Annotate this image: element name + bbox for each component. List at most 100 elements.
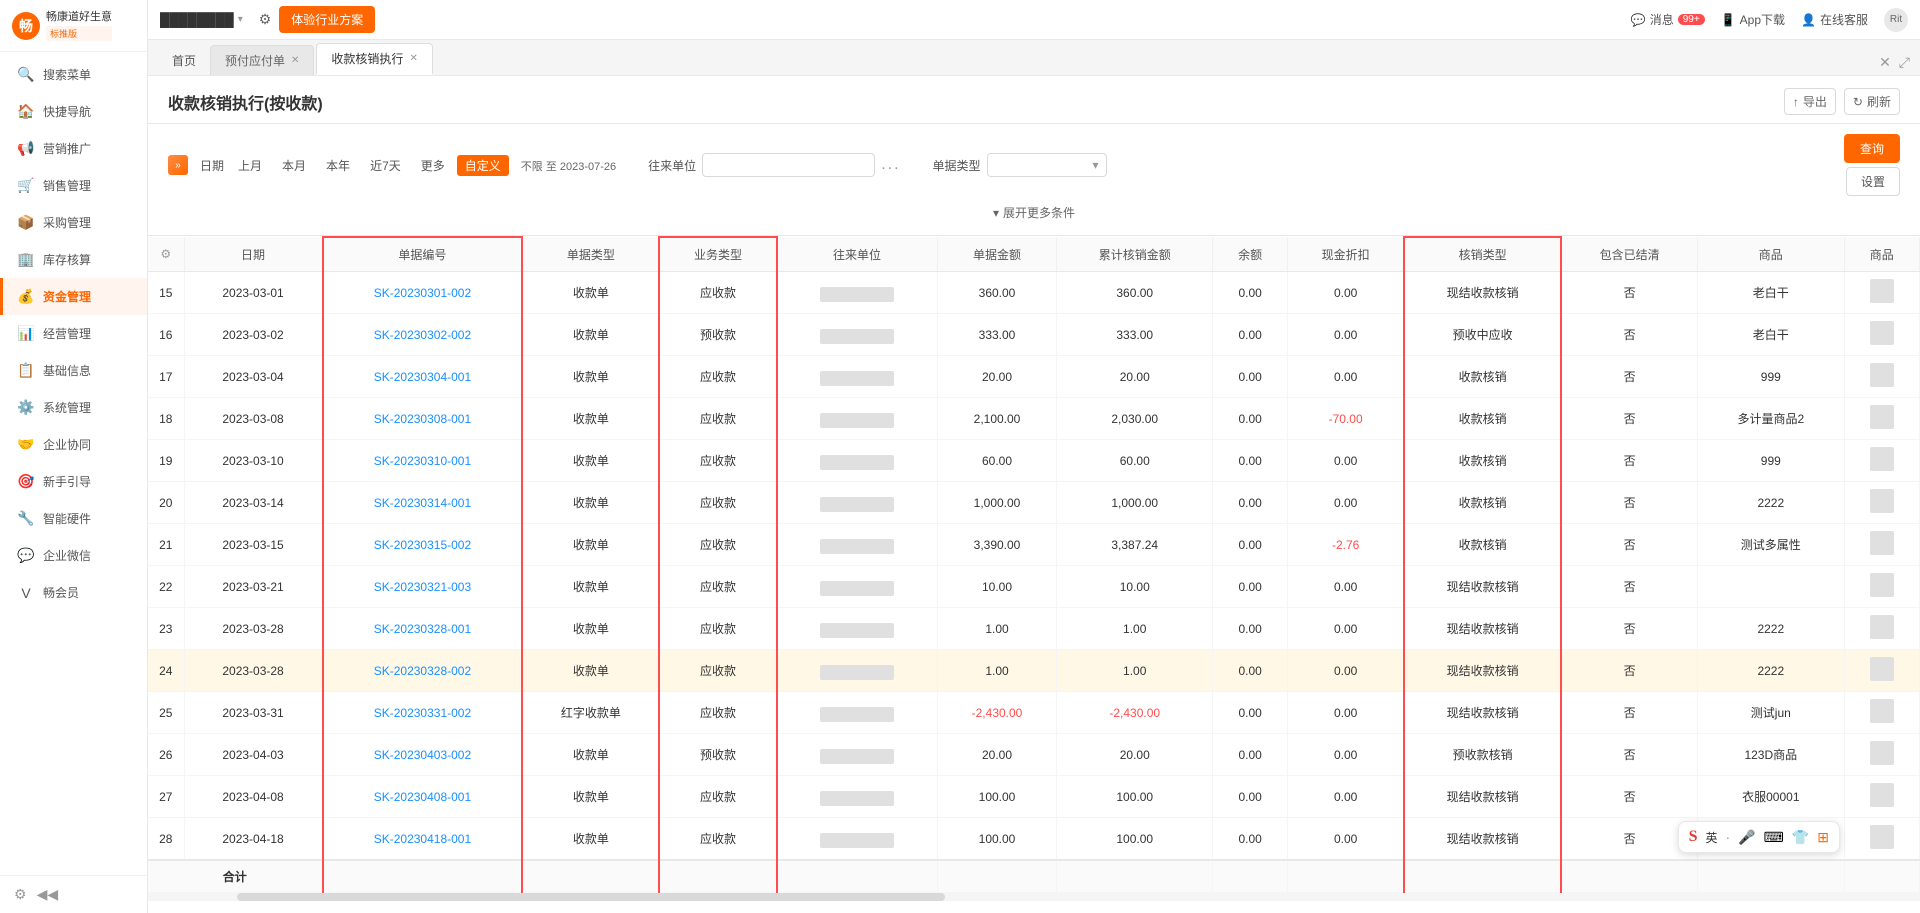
table-row[interactable]: 24 2023-03-28 SK-20230328-002 收款单 应收款 ██… — [148, 650, 1920, 692]
table-row[interactable]: 19 2023-03-10 SK-20230310-001 收款单 应收款 ██… — [148, 440, 1920, 482]
td-doc-no: SK-20230308-001 — [323, 398, 523, 440]
sidebar-item-marketing[interactable]: 📢 营销推广 — [0, 130, 147, 167]
column-settings-icon[interactable]: ⚙ — [160, 247, 171, 261]
doc-no-link[interactable]: SK-20230418-001 — [374, 832, 471, 846]
doc-no-link[interactable]: SK-20230302-002 — [374, 328, 471, 342]
float-toolbar-mic-icon[interactable]: 🎤 — [1738, 829, 1755, 846]
td-goods: 999 — [1698, 440, 1845, 482]
sidebar-item-label: 资金管理 — [43, 288, 91, 305]
partner-filter-dots[interactable]: ... — [881, 156, 900, 174]
doc-no-link[interactable]: SK-20230328-001 — [374, 622, 471, 636]
query-button[interactable]: 查询 — [1844, 134, 1900, 163]
td-goods2 — [1844, 272, 1919, 314]
doc-no-link[interactable]: SK-20230301-002 — [374, 286, 471, 300]
sidebar-item-basics[interactable]: 📋 基础信息 — [0, 352, 147, 389]
date-last-month-btn[interactable]: 上月 — [230, 155, 270, 176]
float-toolbar-keyboard-icon[interactable]: ⌨ — [1764, 829, 1784, 846]
tab-collection-close[interactable]: ✕ — [409, 53, 417, 64]
partner-filter-input[interactable] — [702, 153, 875, 177]
table-row[interactable]: 20 2023-03-14 SK-20230314-001 收款单 应收款 ██… — [148, 482, 1920, 524]
basics-icon: 📋 — [17, 362, 35, 379]
sidebar-item-system[interactable]: ⚙️ 系统管理 — [0, 389, 147, 426]
sidebar-item-wechat[interactable]: 💬 企业微信 — [0, 537, 147, 574]
messages-button[interactable]: 💬 消息 99+ — [1631, 11, 1705, 28]
tab-close-all-icon[interactable]: ✕ — [1879, 54, 1891, 71]
user-avatar[interactable]: Rit — [1884, 8, 1908, 32]
sidebar-item-guide[interactable]: 🎯 新手引导 — [0, 463, 147, 500]
settings-bottom-icon[interactable]: ⚙ — [14, 886, 27, 903]
filter-setting-button[interactable]: 设置 — [1846, 167, 1900, 196]
export-button[interactable]: ↑ 导出 — [1784, 88, 1836, 115]
table-row[interactable]: 23 2023-03-28 SK-20230328-001 收款单 应收款 ██… — [148, 608, 1920, 650]
scrollbar-thumb[interactable] — [237, 893, 946, 901]
sidebar-item-member[interactable]: V 畅会员 — [0, 574, 147, 611]
td-total-doc-type — [522, 860, 659, 893]
td-biz-type: 应收款 — [659, 440, 776, 482]
sidebar-item-operations[interactable]: 📊 经营管理 — [0, 315, 147, 352]
collapse-icon[interactable]: ◀◀ — [37, 886, 59, 903]
float-toolbar-lang-label[interactable]: 英 — [1705, 829, 1717, 846]
tab-home[interactable]: 首页 — [158, 46, 210, 75]
td-total-goods — [1698, 860, 1845, 893]
table-row[interactable]: 27 2023-04-08 SK-20230408-001 收款单 应收款 ██… — [148, 776, 1920, 818]
td-cancel-type: 现结收款核销 — [1404, 650, 1561, 692]
collapse-filter-button[interactable]: » — [168, 155, 188, 175]
sidebar-item-sales[interactable]: 🛒 销售管理 — [0, 167, 147, 204]
float-toolbar-grid-icon[interactable]: ⊞ — [1817, 829, 1829, 846]
doctype-filter-select[interactable] — [987, 153, 1107, 177]
topbar-gear-icon[interactable]: ⚙ — [259, 11, 272, 28]
float-toolbar-shirt-icon[interactable]: 👕 — [1792, 829, 1809, 846]
doc-no-link[interactable]: SK-20230304-001 — [374, 370, 471, 384]
tab-maximize-icon[interactable]: ⤢ — [1899, 54, 1910, 71]
sidebar-item-cooperation[interactable]: 🤝 企业协同 — [0, 426, 147, 463]
doc-no-link[interactable]: SK-20230328-002 — [374, 664, 471, 678]
table-row[interactable]: 22 2023-03-21 SK-20230321-003 收款单 应收款 ██… — [148, 566, 1920, 608]
sidebar-item-hardware[interactable]: 🔧 智能硬件 — [0, 500, 147, 537]
doc-no-link[interactable]: SK-20230403-002 — [374, 748, 471, 762]
date-more-btn[interactable]: 更多 — [413, 155, 453, 176]
industry-solution-button[interactable]: 体验行业方案 — [279, 6, 375, 33]
doc-no-link[interactable]: SK-20230310-001 — [374, 454, 471, 468]
td-cancel-type: 收款核销 — [1404, 398, 1561, 440]
table-row[interactable]: 21 2023-03-15 SK-20230315-002 收款单 应收款 ██… — [148, 524, 1920, 566]
topbar-chevron-icon[interactable]: ▾ — [238, 14, 243, 25]
table-row[interactable]: 16 2023-03-02 SK-20230302-002 收款单 预收款 ██… — [148, 314, 1920, 356]
th-settings[interactable]: ⚙ — [148, 237, 184, 272]
expand-more-conditions[interactable]: ▾ 展开更多条件 — [168, 200, 1900, 225]
table-row[interactable]: 26 2023-04-03 SK-20230403-002 收款单 预收款 ██… — [148, 734, 1920, 776]
date-7days-btn[interactable]: 近7天 — [362, 155, 409, 176]
table-row[interactable]: 25 2023-03-31 SK-20230331-002 红字收款单 应收款 … — [148, 692, 1920, 734]
doc-no-link[interactable]: SK-20230308-001 — [374, 412, 471, 426]
sidebar-item-finance[interactable]: 💰 资金管理 — [0, 278, 147, 315]
app-download-button[interactable]: 📱 App下载 — [1721, 11, 1785, 28]
sidebar-item-search[interactable]: 🔍 搜索菜单 — [0, 56, 147, 93]
table-row[interactable]: 15 2023-03-01 SK-20230301-002 收款单 应收款 ██… — [148, 272, 1920, 314]
doc-no-link[interactable]: SK-20230321-003 — [374, 580, 471, 594]
sidebar-item-shortcuts[interactable]: 🏠 快捷导航 — [0, 93, 147, 130]
tab-collection[interactable]: 收款核销执行 ✕ — [316, 43, 432, 75]
td-total-goods2 — [1844, 860, 1919, 893]
td-goods: 123D商品 — [1698, 734, 1845, 776]
sidebar-item-inventory[interactable]: 🏢 库存核算 — [0, 241, 147, 278]
table-row[interactable]: 18 2023-03-08 SK-20230308-001 收款单 应收款 ██… — [148, 398, 1920, 440]
date-filter-label: 日期 — [200, 157, 224, 174]
online-service-button[interactable]: 👤 在线客服 — [1801, 11, 1868, 28]
sidebar-item-procurement[interactable]: 📦 采购管理 — [0, 204, 147, 241]
tab-prepay-close[interactable]: ✕ — [291, 55, 299, 66]
date-this-month-btn[interactable]: 本月 — [274, 155, 314, 176]
date-custom-btn[interactable]: 自定义 — [457, 155, 509, 176]
tab-prepay[interactable]: 预付应付单 ✕ — [210, 45, 314, 75]
td-doc-type: 收款单 — [522, 608, 659, 650]
doc-no-link[interactable]: SK-20230331-002 — [374, 706, 471, 720]
doc-no-link[interactable]: SK-20230314-001 — [374, 496, 471, 510]
td-include-settled: 否 — [1561, 608, 1697, 650]
topbar-brand: ████████ ▾ — [160, 12, 243, 27]
table-row[interactable]: 28 2023-04-18 SK-20230418-001 收款单 应收款 ██… — [148, 818, 1920, 861]
sidebar-logo-badge: 标推版 — [46, 26, 112, 41]
date-this-year-btn[interactable]: 本年 — [318, 155, 358, 176]
table-row[interactable]: 17 2023-03-04 SK-20230304-001 收款单 应收款 ██… — [148, 356, 1920, 398]
doc-no-link[interactable]: SK-20230408-001 — [374, 790, 471, 804]
refresh-button[interactable]: ↻ 刷新 — [1844, 88, 1900, 115]
doc-no-link[interactable]: SK-20230315-002 — [374, 538, 471, 552]
horizontal-scrollbar[interactable] — [148, 893, 1920, 901]
